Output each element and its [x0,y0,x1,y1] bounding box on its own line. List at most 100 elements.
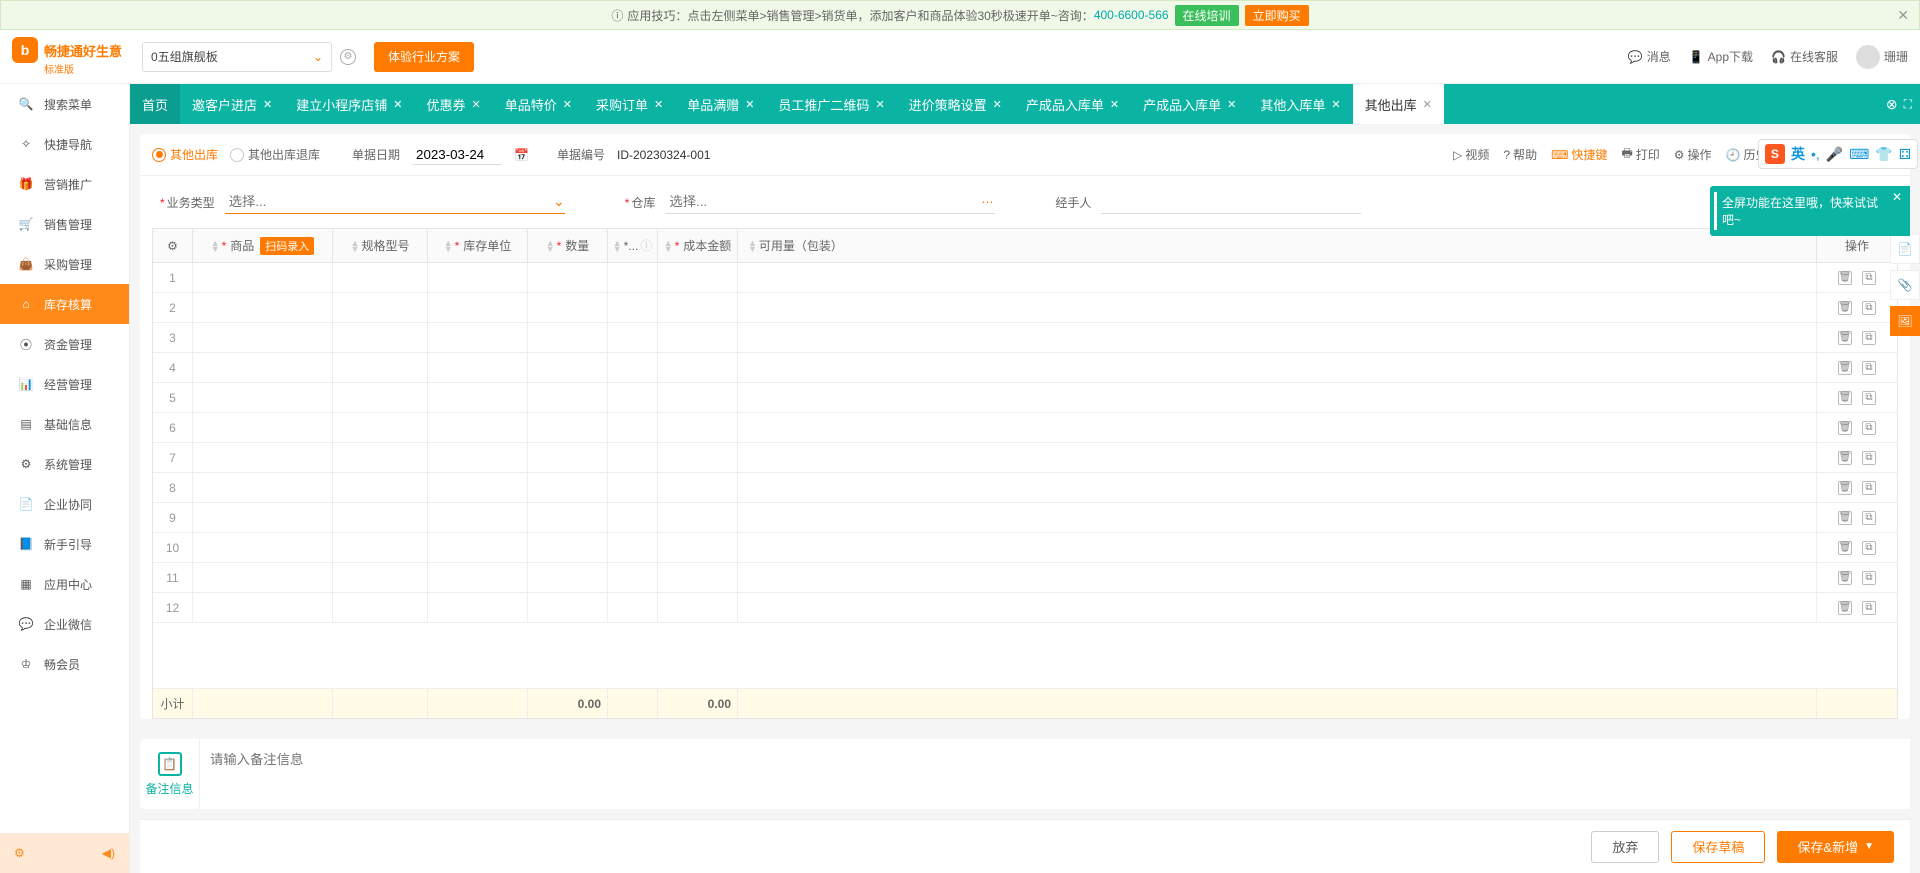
col-product[interactable]: ▲▼*商品扫码录入 [193,229,333,262]
delete-row-icon[interactable]: 🗑 [1838,271,1852,285]
sidebar-item-3[interactable]: 🛒销售管理 [0,204,129,244]
ime-punct-icon[interactable]: •, [1811,146,1820,162]
close-tab-icon[interactable]: ✕ [1331,98,1340,111]
settings-icon[interactable]: ⚙ [14,846,25,860]
hotkey-link[interactable]: ⌨快捷键 [1551,146,1607,163]
ime-keyboard-icon[interactable]: ⌨ [1849,146,1869,163]
tab-9[interactable]: 产成品入库单✕ [1014,84,1131,124]
tab-0[interactable]: 首页 [130,84,180,124]
info-small-icon[interactable]: ⓘ [640,237,652,254]
online-training-button[interactable]: 在线培训 [1175,5,1239,26]
tip-phone[interactable]: 400-6600-566 [1094,8,1169,22]
close-tab-icon[interactable]: ✕ [993,98,1002,111]
tab-1[interactable]: 邀客户进店✕ [180,84,284,124]
save-draft-button[interactable]: 保存草稿 [1671,831,1765,863]
sidebar-item-14[interactable]: ♔畅会员 [0,644,129,684]
delete-row-icon[interactable]: 🗑 [1838,541,1852,555]
delete-row-icon[interactable]: 🗑 [1838,361,1852,375]
copy-row-icon[interactable]: ⧉ [1862,511,1876,525]
warehouse-input[interactable] [665,190,981,213]
copy-row-icon[interactable]: ⧉ [1862,391,1876,405]
remark-input[interactable] [200,739,1910,809]
tab-10[interactable]: 产成品入库单✕ [1131,84,1248,124]
close-tab-icon[interactable]: ✕ [875,98,884,111]
copy-row-icon[interactable]: ⧉ [1862,421,1876,435]
col-price[interactable]: ▲▼*...ⓘ [608,229,658,262]
copy-row-icon[interactable]: ⧉ [1862,481,1876,495]
table-row[interactable]: 3🗑⧉ [153,323,1897,353]
tab-12[interactable]: 其他出库✕ [1353,84,1444,124]
tab-5[interactable]: 采购订单✕ [584,84,675,124]
copy-row-icon[interactable]: ⧉ [1862,331,1876,345]
buy-now-button[interactable]: 立即购买 [1245,5,1309,26]
delete-row-icon[interactable]: 🗑 [1838,391,1852,405]
close-tab-icon[interactable]: ✕ [654,98,663,111]
copy-row-icon[interactable]: ⧉ [1862,571,1876,585]
table-row[interactable]: 1🗑⧉ [153,263,1897,293]
delete-row-icon[interactable]: 🗑 [1838,331,1852,345]
sidebar-item-0[interactable]: 🔍搜索菜单 [0,84,129,124]
tab-3[interactable]: 优惠券✕ [414,84,492,124]
table-row[interactable]: 7🗑⧉ [153,443,1897,473]
sidebar-item-8[interactable]: ▤基础信息 [0,404,129,444]
tab-6[interactable]: 单品满赠✕ [675,84,766,124]
delete-row-icon[interactable]: 🗑 [1838,301,1852,315]
col-unit[interactable]: ▲▼*库存单位 [428,229,528,262]
col-cost[interactable]: ▲▼*成本金额 [658,229,738,262]
tab-4[interactable]: 单品特价✕ [493,84,584,124]
copy-row-icon[interactable]: ⧉ [1862,451,1876,465]
scan-tag[interactable]: 扫码录入 [260,237,314,255]
strip-attach-icon[interactable]: 📎 [1890,270,1920,300]
sidebar-item-11[interactable]: 📘新手引导 [0,524,129,564]
delete-row-icon[interactable]: 🗑 [1838,451,1852,465]
table-row[interactable]: 5🗑⧉ [153,383,1897,413]
sidebar-item-10[interactable]: 📄企业协同 [0,484,129,524]
table-row[interactable]: 4🗑⧉ [153,353,1897,383]
tab-2[interactable]: 建立小程序店铺✕ [284,84,414,124]
warehouse-picker-icon[interactable]: ⋯ [981,195,995,209]
handler-input[interactable] [1101,190,1361,214]
help-link[interactable]: ?帮助 [1503,146,1537,163]
copy-row-icon[interactable]: ⧉ [1862,541,1876,555]
ime-lang[interactable]: 英 [1791,144,1805,164]
save-new-button[interactable]: 保存&新增 ▼ [1777,831,1894,863]
tab-11[interactable]: 其他入库单✕ [1248,84,1352,124]
delete-row-icon[interactable]: 🗑 [1838,601,1852,615]
chevron-down-icon[interactable]: ⌄ [553,193,565,210]
copy-row-icon[interactable]: ⧉ [1862,601,1876,615]
org-dropdown[interactable]: 0五组旗舰板 ⌄ [142,42,332,72]
date-input[interactable] [412,145,502,165]
tab-8[interactable]: 进价策略设置✕ [897,84,1014,124]
radio-other-out[interactable]: 其他出库 [152,146,218,163]
close-fstip-icon[interactable]: ✕ [1892,190,1902,204]
copy-row-icon[interactable]: ⧉ [1862,361,1876,375]
discard-button[interactable]: 放弃 [1591,831,1659,863]
delete-row-icon[interactable]: 🗑 [1838,511,1852,525]
radio-other-out-return[interactable]: 其他出库退库 [230,146,320,163]
close-tab-icon[interactable]: ✕ [563,98,572,111]
table-row[interactable]: 8🗑⧉ [153,473,1897,503]
table-row[interactable]: 6🗑⧉ [153,413,1897,443]
close-tab-icon[interactable]: ✕ [1227,98,1236,111]
sidebar-item-9[interactable]: ⚙系统管理 [0,444,129,484]
biz-type-input[interactable] [225,190,553,213]
calendar-icon[interactable]: 📅 [514,148,529,162]
sidebar-item-5[interactable]: ⌂库存核算 [0,284,129,324]
col-available[interactable]: ▲▼可用量（包装） [738,229,1817,262]
sidebar-item-4[interactable]: 👜采购管理 [0,244,129,284]
close-tab-icon[interactable]: ✕ [393,98,402,111]
tab-7[interactable]: 员工推广二维码✕ [766,84,896,124]
delete-row-icon[interactable]: 🗑 [1838,571,1852,585]
table-row[interactable]: 2🗑⧉ [153,293,1897,323]
close-tab-icon[interactable]: ✕ [472,98,481,111]
fullscreen-icon[interactable]: ⛶ [1904,97,1912,112]
col-qty[interactable]: ▲▼*数量 [528,229,608,262]
video-link[interactable]: ▷视频 [1453,146,1489,163]
print-link[interactable]: 🖶打印 [1621,144,1659,165]
sidebar-item-6[interactable]: ⦿资金管理 [0,324,129,364]
strip-doc-icon[interactable]: 📄 [1890,234,1920,264]
close-tab-icon[interactable]: ✕ [1110,98,1119,111]
app-download-link[interactable]: 📱App下载 [1689,48,1753,65]
delete-row-icon[interactable]: 🗑 [1838,481,1852,495]
sidebar-item-2[interactable]: 🎁营销推广 [0,164,129,204]
